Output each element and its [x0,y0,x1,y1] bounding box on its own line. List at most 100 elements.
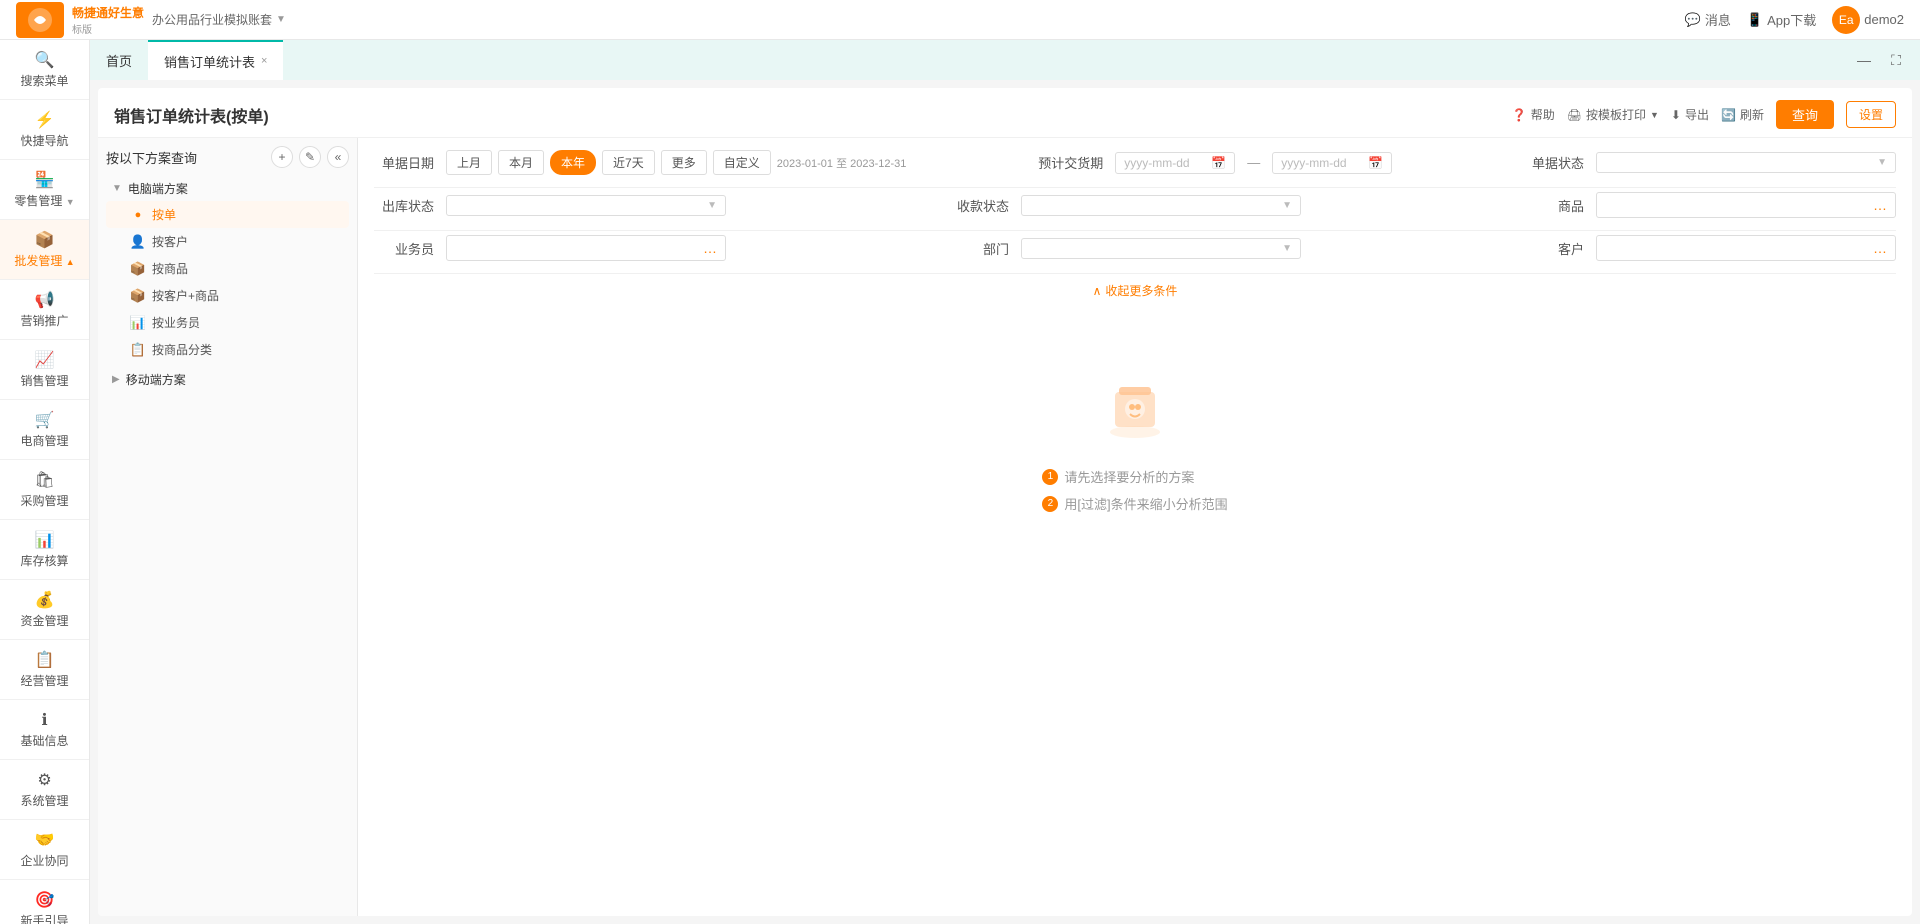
empty-state: 1 请先选择要分析的方案 2 用[过滤]条件来缩小分析范围 [374,307,1896,577]
date-separator: — [1247,155,1260,170]
sidebar-item-guide[interactable]: 🎯 新手引导 [0,880,89,924]
finance-icon: 💰 [4,590,85,610]
tab-bar: 首页 销售订单统计表 × — ⛶ [90,40,1920,80]
sidebar-item-inventory[interactable]: 📊 库存核算 [0,520,89,580]
page-actions: ❓ 帮助 🖨 按模板打印 ▼ ⬇ 导出 🔄 刷新 [1512,100,1896,129]
settings-btn[interactable]: 设置 [1846,101,1896,128]
customer-ellipsis[interactable]: … [1873,240,1887,256]
salesperson-ellipsis[interactable]: … [703,240,717,256]
sidebar-item-sales[interactable]: 📈 销售管理 [0,340,89,400]
scheme-item-by-customer-goods[interactable]: 📦 按客户+商品 [106,282,349,309]
date-btn-this-month[interactable]: 本月 [498,150,544,175]
hint-num-2: 2 [1042,496,1058,512]
empty-hint-2: 2 用[过滤]条件来缩小分析范围 [1042,494,1227,513]
date-range-text: 2023-01-01 至 2023-12-31 [777,155,907,171]
expected-delivery-to[interactable]: yyyy-mm-dd 📅 [1272,152,1392,174]
date-btn-last-month[interactable]: 上月 [446,150,492,175]
sidebar-item-management[interactable]: 📋 经营管理 [0,640,89,700]
sidebar: 🔍 搜索菜单 ⚡ 快捷导航 🏪 零售管理 ▼ 📦 批发管理 ▲ 📢 营销推广 📈… [0,40,90,924]
page-header: 销售订单统计表(按单) ❓ 帮助 🖨 按模板打印 ▼ ⬇ 导出 [98,88,1912,138]
sidebar-item-ecommerce[interactable]: 🛒 电商管理 [0,400,89,460]
breadcrumb-text: 办公用品行业模拟账套 [152,11,272,28]
scheme-group-mobile: ▶ 移动端方案 [106,367,349,392]
help-btn[interactable]: ❓ 帮助 [1512,106,1555,123]
export-btn[interactable]: ⬇ 导出 [1671,106,1709,123]
refresh-btn[interactable]: 🔄 刷新 [1721,106,1764,123]
scheme-item-by-customer[interactable]: 👤 按客户 [106,228,349,255]
tab-sales-order[interactable]: 销售订单统计表 × [148,40,283,80]
breadcrumb-arrow-icon[interactable]: ▼ [276,14,286,25]
salesperson-select[interactable]: … [446,235,726,261]
collection-status-select[interactable]: ▼ [1021,195,1301,216]
scheme-item-by-salesperson[interactable]: 📊 按业务员 [106,309,349,336]
add-scheme-btn[interactable]: + [271,146,293,168]
app-download-label: App下载 [1767,10,1816,29]
date-btn-7days[interactable]: 近7天 [602,150,655,175]
date-range-display: 2023-01-01 至 2023-12-31 [777,155,907,171]
sidebar-item-wholesale[interactable]: 📦 批发管理 ▲ [0,220,89,280]
print-btn[interactable]: 🖨 按模板打印 ▼ [1567,106,1659,123]
print-icon: 🖨 [1567,108,1582,122]
filter-row-3: 业务员 … 部门 ▼ 客户 [374,235,1896,261]
goods-select[interactable]: … [1596,192,1896,218]
date-btn-this-year[interactable]: 本年 [550,150,596,175]
delivery-status-select[interactable]: ▼ [446,195,726,216]
delivery-status-label: 出库状态 [374,196,434,215]
scheme-item-by-goods[interactable]: 📦 按商品 [106,255,349,282]
sidebar-item-marketing[interactable]: 📢 营销推广 [0,280,89,340]
scheme-item-by-order[interactable]: ● 按单 [106,201,349,228]
sidebar-item-search[interactable]: 🔍 搜索菜单 [0,40,89,100]
tab-maximize-btn[interactable]: ⛶ [1884,48,1908,72]
sidebar-item-quicknav[interactable]: ⚡ 快捷导航 [0,100,89,160]
message-btn[interactable]: 💬 消息 [1685,10,1731,29]
print-dropdown-icon: ▼ [1650,110,1659,120]
customer-label: 客户 [1524,239,1584,258]
tab-home[interactable]: 首页 [90,40,148,80]
user-menu[interactable]: Ea demo2 [1832,6,1904,34]
content-body: 按以下方案查询 + ✎ « ▼ 电脑端方案 [98,138,1912,916]
hint-num-1: 1 [1042,469,1058,485]
collapse-panel-btn[interactable]: « [327,146,349,168]
sidebar-item-system[interactable]: ⚙ 系统管理 [0,760,89,820]
date-label: 单据日期 [374,153,434,172]
scheme-item-by-category[interactable]: 📋 按商品分类 [106,336,349,363]
edit-scheme-btn[interactable]: ✎ [299,146,321,168]
collection-status-label: 收款状态 [949,196,1009,215]
search-icon: 🔍 [4,50,85,70]
date-btn-more[interactable]: 更多 [661,150,707,175]
content-area: 首页 销售订单统计表 × — ⛶ 销售订单统计表(按单) ❓ 帮助 [90,40,1920,924]
goods-label: 商品 [1524,196,1584,215]
delivery-from-placeholder: yyyy-mm-dd [1124,156,1189,170]
tab-close-icon[interactable]: × [261,55,267,67]
page-title: 销售订单统计表(按单) [114,103,269,127]
filter-row-1: 单据日期 上月 本月 本年 近7天 更多 自定义 2023-01-01 至 20… [374,150,1896,175]
query-btn[interactable]: 查询 [1776,100,1834,129]
sidebar-item-collab[interactable]: 🤝 企业协同 [0,820,89,880]
system-icon: ⚙ [4,770,85,790]
mobile-group-arrow-icon: ▶ [112,374,120,385]
calendar-to-icon[interactable]: 📅 [1368,156,1383,170]
sidebar-item-finance[interactable]: 💰 资金管理 [0,580,89,640]
app-download-btn[interactable]: 📱 App下载 [1747,10,1816,29]
collapse-chevron-icon: ∧ [1093,284,1102,298]
right-panel: 单据日期 上月 本月 本年 近7天 更多 自定义 2023-01-01 至 20… [358,138,1912,916]
calendar-from-icon[interactable]: 📅 [1211,156,1226,170]
bill-status-select[interactable]: ▼ [1596,152,1896,173]
goods-ellipsis[interactable]: … [1873,197,1887,213]
scheme-group-mobile-title[interactable]: ▶ 移动端方案 [106,367,349,392]
by-customer-icon: 👤 [130,234,146,250]
scheme-group-pc-title[interactable]: ▼ 电脑端方案 [106,176,349,201]
date-btn-custom[interactable]: 自定义 [713,150,771,175]
sidebar-item-purchase[interactable]: 🛍 采购管理 [0,460,89,520]
empty-hint-1: 1 请先选择要分析的方案 [1042,467,1227,486]
collapse-bar[interactable]: ∧ 收起更多条件 [374,273,1896,307]
top-bar-right: 💬 消息 📱 App下载 Ea demo2 [1685,6,1904,34]
sidebar-item-retail[interactable]: 🏪 零售管理 ▼ [0,160,89,220]
expected-delivery-from[interactable]: yyyy-mm-dd 📅 [1115,152,1235,174]
department-select[interactable]: ▼ [1021,238,1301,259]
collab-icon: 🤝 [4,830,85,850]
sidebar-item-basic[interactable]: ℹ 基础信息 [0,700,89,760]
quicknav-icon: ⚡ [4,110,85,130]
customer-select[interactable]: … [1596,235,1896,261]
tab-minimize-btn[interactable]: — [1852,48,1876,72]
